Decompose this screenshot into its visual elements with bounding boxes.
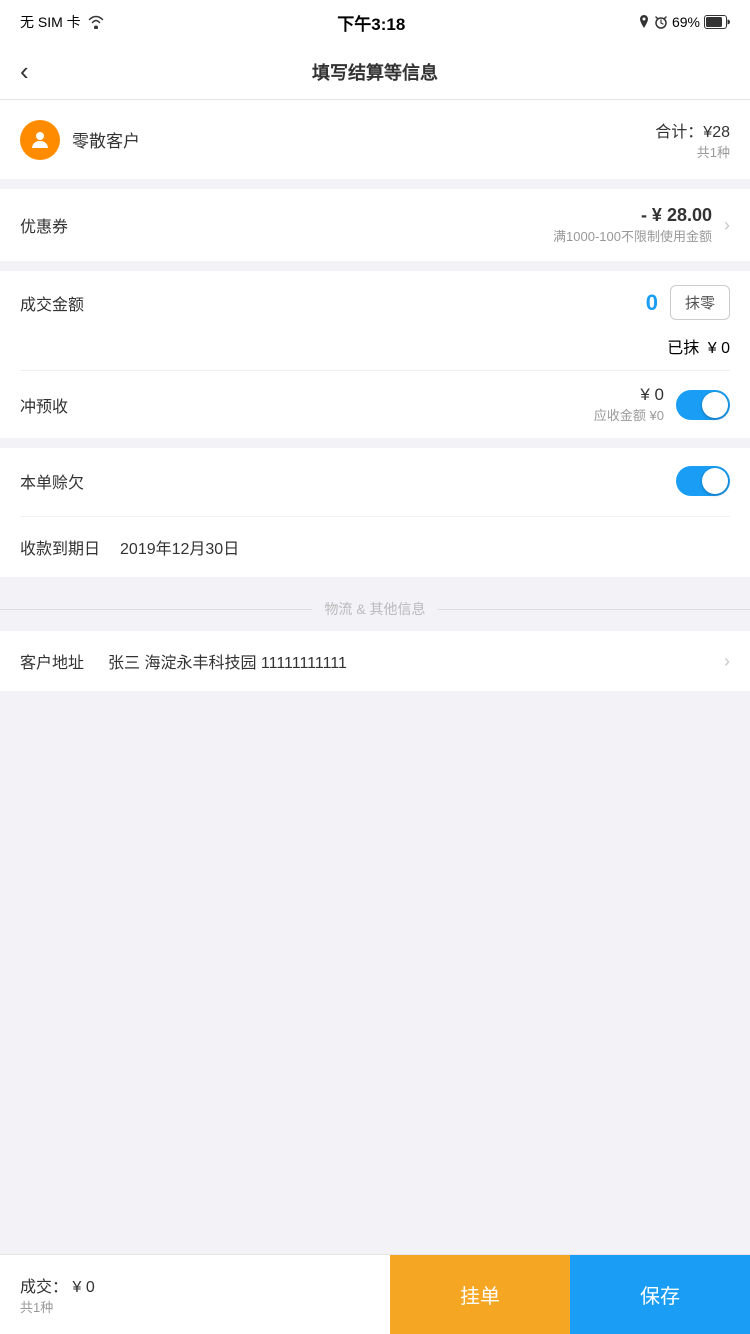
- toggle-knob: [702, 392, 728, 418]
- bottom-buttons: 挂单 保存: [390, 1255, 750, 1334]
- empty-space: [0, 701, 750, 901]
- duedate-value: 2019年12月30日: [120, 535, 239, 559]
- transaction-label: 成交金额: [20, 291, 100, 315]
- customer-row: 零散客户 合计：¥28 共1种: [0, 100, 750, 179]
- coupon-desc: 满1000-100不限制使用金额: [553, 226, 712, 245]
- nav-bar: ‹ 填写结算等信息: [0, 44, 750, 100]
- logistics-header: 物流 & 其他信息: [0, 587, 750, 631]
- deducted-label: 已抹: [667, 340, 699, 357]
- prereceive-row: 冲预收 ¥ 0 应收金额 ¥0: [0, 371, 750, 438]
- total-amount: 合计：¥28: [655, 118, 730, 142]
- prereceive-amounts: ¥ 0 应收金额 ¥0: [594, 385, 664, 424]
- customer-total: 合计：¥28 共1种: [655, 118, 730, 161]
- page-title: 填写结算等信息: [312, 59, 438, 85]
- coupon-right: - ¥ 28.00 满1000-100不限制使用金额 ›: [100, 205, 730, 245]
- pre-amount: ¥ 0: [594, 385, 664, 405]
- alarm-icon: [654, 15, 668, 29]
- coupon-row[interactable]: 优惠券 - ¥ 28.00 满1000-100不限制使用金额 ›: [0, 189, 750, 261]
- amount-row: 成交金额 0 抹零: [0, 271, 750, 334]
- debt-card: 本单赊欠 收款到期日 2019年12月30日: [0, 448, 750, 577]
- address-chevron-icon: ›: [724, 651, 730, 672]
- status-left: 无 SIM 卡: [20, 12, 105, 32]
- debt-toggle[interactable]: [676, 466, 730, 496]
- receivable-amount: 应收金额 ¥0: [594, 405, 664, 424]
- avatar: [20, 120, 60, 160]
- save-button[interactable]: 保存: [570, 1255, 750, 1334]
- bottom-summary-main: 成交： ¥ 0: [20, 1273, 370, 1297]
- amount-right: 0 抹零: [646, 285, 730, 320]
- coupon-label: 优惠券: [20, 213, 100, 237]
- status-bar: 无 SIM 卡 下午3:18 69%: [0, 0, 750, 44]
- prereceive-right: ¥ 0 应收金额 ¥0: [594, 385, 730, 424]
- address-row[interactable]: 客户地址 张三 海淀永丰科技园 11111111111 ›: [0, 631, 750, 691]
- wifi-icon: [87, 15, 105, 29]
- bottom-summary-sub: 共1种: [20, 1297, 370, 1316]
- customer-card: 零散客户 合计：¥28 共1种: [0, 100, 750, 179]
- prereceive-toggle[interactable]: [676, 390, 730, 420]
- summary-value: ¥ 0: [72, 1279, 94, 1296]
- status-time: 下午3:18: [337, 10, 405, 35]
- debt-row: 本单赊欠: [0, 448, 750, 514]
- no-sim-label: 无 SIM 卡: [20, 12, 81, 32]
- deducted-value: ¥ 0: [708, 340, 730, 357]
- back-button[interactable]: ‹: [20, 56, 29, 87]
- amount-sub-row: 已抹 ¥ 0: [0, 334, 750, 370]
- receivable-label: 应收金额: [594, 408, 646, 423]
- address-value: 张三 海淀永丰科技园 11111111111: [108, 649, 720, 673]
- receivable-value: ¥0: [650, 408, 664, 423]
- coupon-right-col: - ¥ 28.00 满1000-100不限制使用金额: [553, 205, 712, 245]
- debt-label: 本单赊欠: [20, 469, 100, 493]
- prereceive-label: 冲预收: [20, 393, 100, 417]
- transaction-card: 成交金额 0 抹零 已抹 ¥ 0 冲预收 ¥ 0: [0, 271, 750, 438]
- duedate-row: 收款到期日 2019年12月30日: [0, 517, 750, 577]
- logistics-label: 物流 & 其他信息: [312, 601, 437, 617]
- bottom-bar: 成交： ¥ 0 共1种 挂单 保存: [0, 1254, 750, 1334]
- address-label: 客户地址: [20, 649, 100, 673]
- debt-toggle-knob: [702, 468, 728, 494]
- battery-percent: 69%: [672, 14, 700, 30]
- transaction-value: 0: [646, 290, 658, 316]
- location-icon: [638, 15, 650, 29]
- round-button[interactable]: 抹零: [670, 285, 730, 320]
- status-right: 69%: [638, 14, 730, 30]
- deducted-info: 已抹 ¥ 0: [667, 334, 730, 358]
- coupon-value: - ¥ 28.00: [553, 205, 712, 226]
- content: 零散客户 合计：¥28 共1种 优惠券 - ¥ 28.00 满1000-100不…: [0, 100, 750, 991]
- amount-sub-inner: 已抹 ¥ 0: [20, 334, 730, 358]
- total-count: 共1种: [655, 142, 730, 161]
- summary-label: 成交：: [20, 1279, 68, 1296]
- coupon-card[interactable]: 优惠券 - ¥ 28.00 满1000-100不限制使用金额 ›: [0, 189, 750, 261]
- customer-left: 零散客户: [20, 120, 140, 160]
- address-card[interactable]: 客户地址 张三 海淀永丰科技园 11111111111 ›: [0, 631, 750, 691]
- chevron-right-icon: ›: [724, 215, 730, 236]
- customer-name: 零散客户: [72, 127, 140, 152]
- hold-button[interactable]: 挂单: [390, 1255, 570, 1334]
- duedate-label: 收款到期日: [20, 535, 100, 559]
- battery-icon: [704, 15, 730, 29]
- bottom-summary: 成交： ¥ 0 共1种: [0, 1273, 390, 1316]
